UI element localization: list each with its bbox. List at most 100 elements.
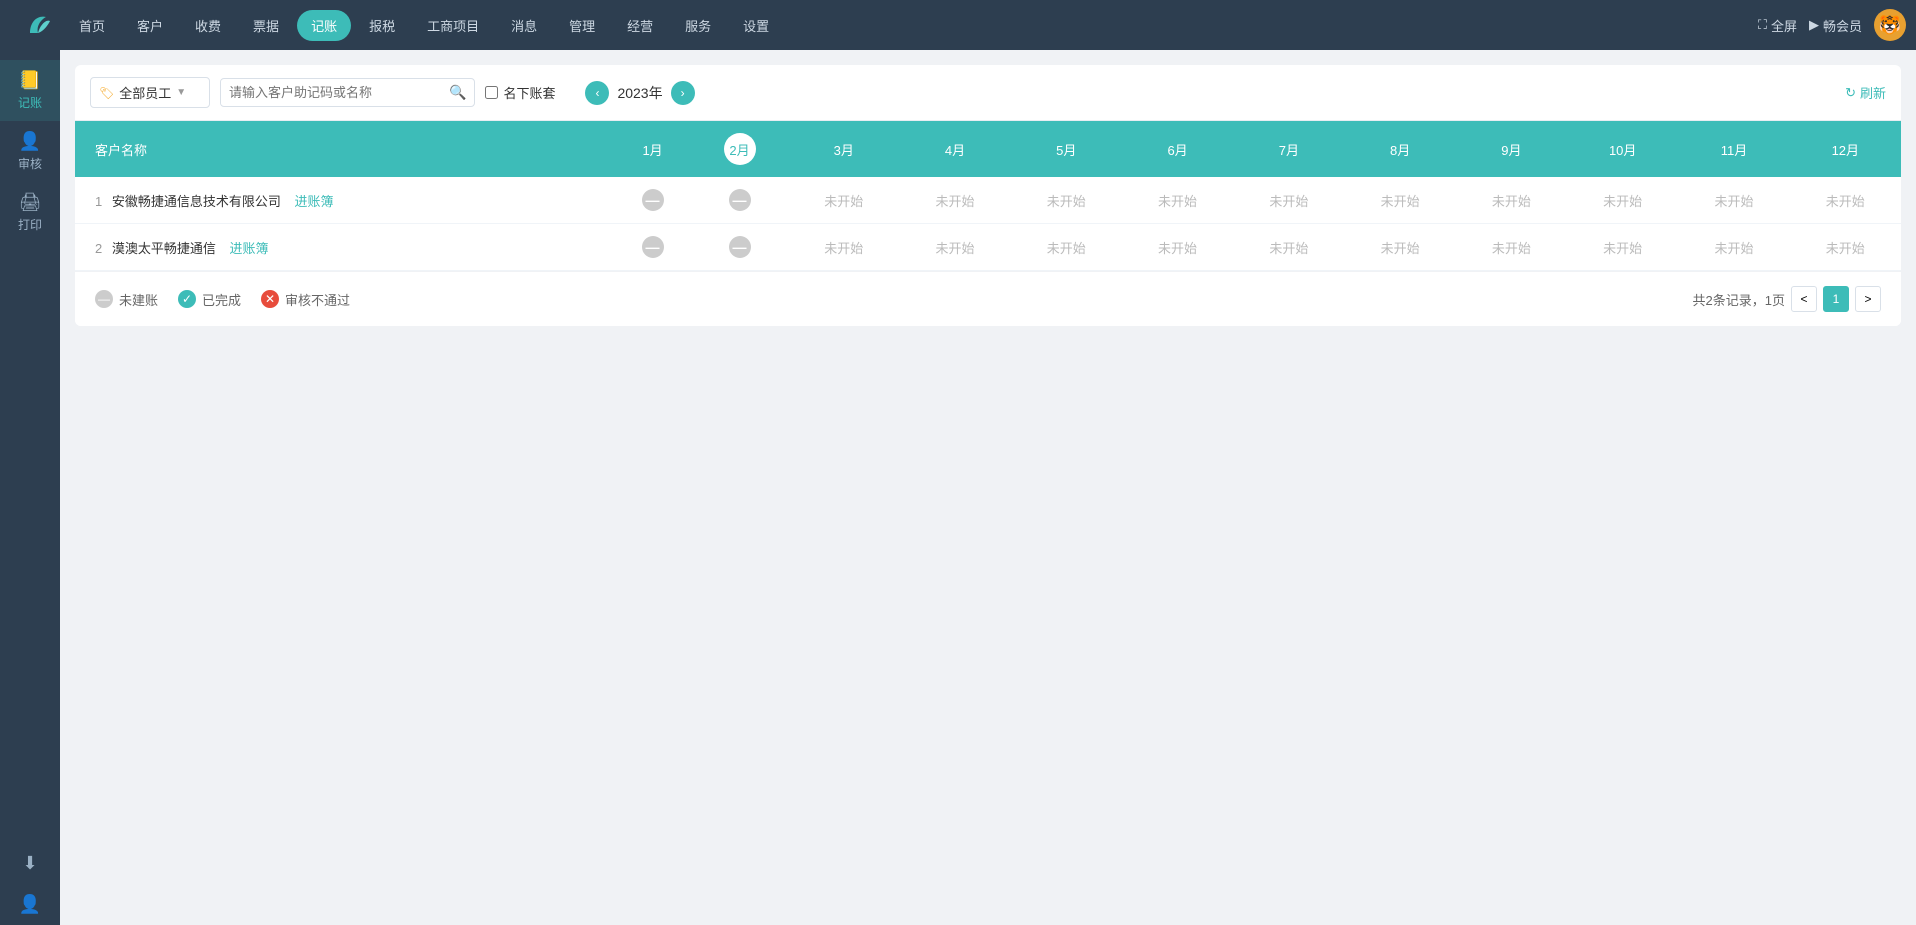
print-icon: 🖨 — [19, 192, 42, 213]
legend-rejected: ✕ 审核不通过 — [261, 290, 350, 309]
month-status-cell[interactable]: 未开始 — [1122, 224, 1233, 271]
content-card: 🏷 全部员工 ▼ 🔍 名下账套 ‹ 2023年 › ↻ 刷新 — [75, 65, 1901, 326]
fullscreen-icon: ⛶ — [1758, 17, 1767, 33]
month-status-cell[interactable]: 未开始 — [1344, 224, 1455, 271]
month-status-cell[interactable]: — — [691, 177, 788, 224]
nav-item-business[interactable]: 工商项目 — [413, 10, 493, 41]
status-dash-icon: — — [729, 236, 751, 258]
nav-item-tax[interactable]: 报税 — [355, 10, 409, 41]
month-status-cell[interactable]: 未开始 — [899, 224, 1010, 271]
sidebar-item-user[interactable]: 👤 — [0, 884, 60, 925]
status-not-started: 未开始 — [1603, 194, 1642, 209]
data-table: 客户名称 1月 2月 3月 4月 5月 6月 7月 8月 9月 10月 11月 — [75, 121, 1901, 271]
month-status-cell[interactable]: 未开始 — [1233, 224, 1344, 271]
user-avatar[interactable]: 🐯 — [1874, 9, 1906, 41]
table-row: 1 安徽畅捷通信息技术有限公司 进账簿——未开始未开始未开始未开始未开始未开始未… — [75, 177, 1901, 224]
status-not-started: 未开始 — [1714, 241, 1753, 256]
row-index: 1 — [95, 194, 102, 209]
col-header-may: 5月 — [1011, 121, 1122, 177]
table-footer: — 未建账 ✓ 已完成 ✕ 审核不通过 共2条记录，1页 < 1 > — [75, 271, 1901, 326]
col-header-sep: 9月 — [1456, 121, 1567, 177]
col-header-dec: 12月 — [1790, 121, 1901, 177]
mybooks-checkbox[interactable] — [485, 86, 498, 99]
nav-item-bookkeeping[interactable]: 记账 — [297, 10, 351, 41]
month-status-cell[interactable]: 未开始 — [1790, 224, 1901, 271]
refresh-button[interactable]: ↻ 刷新 — [1845, 83, 1886, 102]
checkbox-label-mybooks[interactable]: 名下账套 — [485, 83, 555, 102]
legend-red-icon: ✕ — [261, 290, 279, 308]
employee-filter-label: 全部员工 — [119, 83, 171, 102]
nav-item-settings[interactable]: 设置 — [729, 10, 783, 41]
month-status-cell[interactable]: 未开始 — [1456, 224, 1567, 271]
status-not-started: 未开始 — [1047, 241, 1086, 256]
prev-page-button[interactable]: < — [1791, 286, 1817, 312]
nav-item-service[interactable]: 服务 — [671, 10, 725, 41]
month-status-cell[interactable]: 未开始 — [1678, 177, 1789, 224]
status-not-started: 未开始 — [1158, 194, 1197, 209]
nav-item-invoice[interactable]: 票据 — [239, 10, 293, 41]
status-dash-icon: — — [729, 189, 751, 211]
month-status-cell[interactable]: 未开始 — [1011, 177, 1122, 224]
month-status-cell[interactable]: 未开始 — [1011, 224, 1122, 271]
month-status-cell[interactable]: 未开始 — [1233, 177, 1344, 224]
year-display: 2023年 — [617, 83, 662, 103]
legend-completed: ✓ 已完成 — [178, 290, 241, 309]
vip-icon: ▶ — [1809, 17, 1819, 33]
enter-link[interactable]: 进账簿 — [295, 194, 334, 209]
col-header-mar: 3月 — [788, 121, 899, 177]
page-1-button[interactable]: 1 — [1823, 286, 1849, 312]
status-not-started: 未开始 — [1492, 241, 1531, 256]
nav-item-message[interactable]: 消息 — [497, 10, 551, 41]
month-status-cell[interactable]: 未开始 — [1344, 177, 1455, 224]
top-navigation: 首页 客户 收费 票据 记账 报税 工商项目 消息 管理 经营 服务 设置 ⛶ … — [0, 0, 1916, 50]
month-status-cell[interactable]: 未开始 — [1567, 224, 1678, 271]
status-not-started: 未开始 — [935, 241, 974, 256]
vip-button[interactable]: ▶ 畅会员 — [1809, 16, 1862, 35]
status-not-started: 未开始 — [1269, 194, 1308, 209]
col-header-name: 客户名称 — [75, 121, 614, 177]
month-status-cell[interactable]: 未开始 — [788, 224, 899, 271]
month-status-cell[interactable]: — — [614, 177, 691, 224]
legend-not-started-label: 未建账 — [119, 290, 158, 309]
table-row: 2 漠澳太平畅捷通信 进账簿——未开始未开始未开始未开始未开始未开始未开始未开始… — [75, 224, 1901, 271]
month-status-cell[interactable]: — — [614, 224, 691, 271]
prev-year-button[interactable]: ‹ — [585, 81, 609, 105]
employee-filter-icon: 🏷 — [99, 86, 114, 100]
month-status-cell[interactable]: 未开始 — [1456, 177, 1567, 224]
next-year-button[interactable]: › — [671, 81, 695, 105]
nav-item-home[interactable]: 首页 — [65, 10, 119, 41]
month-status-cell[interactable]: 未开始 — [1122, 177, 1233, 224]
month-status-cell[interactable]: 未开始 — [1567, 177, 1678, 224]
sidebar-item-download[interactable]: ⬇ — [0, 843, 60, 884]
sidebar-item-bookkeeping-label: 记账 — [18, 94, 42, 111]
row-name-cell: 2 漠澳太平畅捷通信 进账簿 — [75, 224, 614, 271]
nav-item-fee[interactable]: 收费 — [181, 10, 235, 41]
year-navigator: ‹ 2023年 › — [585, 81, 694, 105]
month-status-cell[interactable]: — — [691, 224, 788, 271]
month-status-cell[interactable]: 未开始 — [1678, 224, 1789, 271]
nav-item-manage[interactable]: 管理 — [555, 10, 609, 41]
nav-items: 首页 客户 收费 票据 记账 报税 工商项目 消息 管理 经营 服务 设置 — [65, 10, 1758, 41]
main-content: 🏷 全部员工 ▼ 🔍 名下账套 ‹ 2023年 › ↻ 刷新 — [60, 50, 1916, 925]
month-status-cell[interactable]: 未开始 — [899, 177, 1010, 224]
fullscreen-button[interactable]: ⛶ 全屏 — [1758, 16, 1797, 35]
user-icon: 👤 — [19, 894, 41, 915]
status-not-started: 未开始 — [1047, 194, 1086, 209]
sidebar-item-print[interactable]: 🖨 打印 — [0, 182, 60, 243]
nav-item-operation[interactable]: 经营 — [613, 10, 667, 41]
bookkeeping-icon: 📒 — [19, 70, 41, 91]
next-page-button[interactable]: > — [1855, 286, 1881, 312]
enter-link[interactable]: 进账簿 — [230, 241, 269, 256]
table-header-row: 客户名称 1月 2月 3月 4月 5月 6月 7月 8月 9月 10月 11月 — [75, 121, 1901, 177]
nav-item-customer[interactable]: 客户 — [123, 10, 177, 41]
month-status-cell[interactable]: 未开始 — [1790, 177, 1901, 224]
refresh-icon: ↻ — [1845, 85, 1856, 101]
search-input[interactable] — [221, 80, 441, 105]
month-status-cell[interactable]: 未开始 — [788, 177, 899, 224]
sidebar-item-audit[interactable]: 👤 审核 — [0, 121, 60, 182]
status-not-started: 未开始 — [1381, 241, 1420, 256]
sidebar-item-bookkeeping[interactable]: 📒 记账 — [0, 60, 60, 121]
employee-filter[interactable]: 🏷 全部员工 ▼ — [90, 77, 210, 108]
search-button[interactable]: 🔍 — [441, 79, 474, 106]
col-header-jul: 7月 — [1233, 121, 1344, 177]
